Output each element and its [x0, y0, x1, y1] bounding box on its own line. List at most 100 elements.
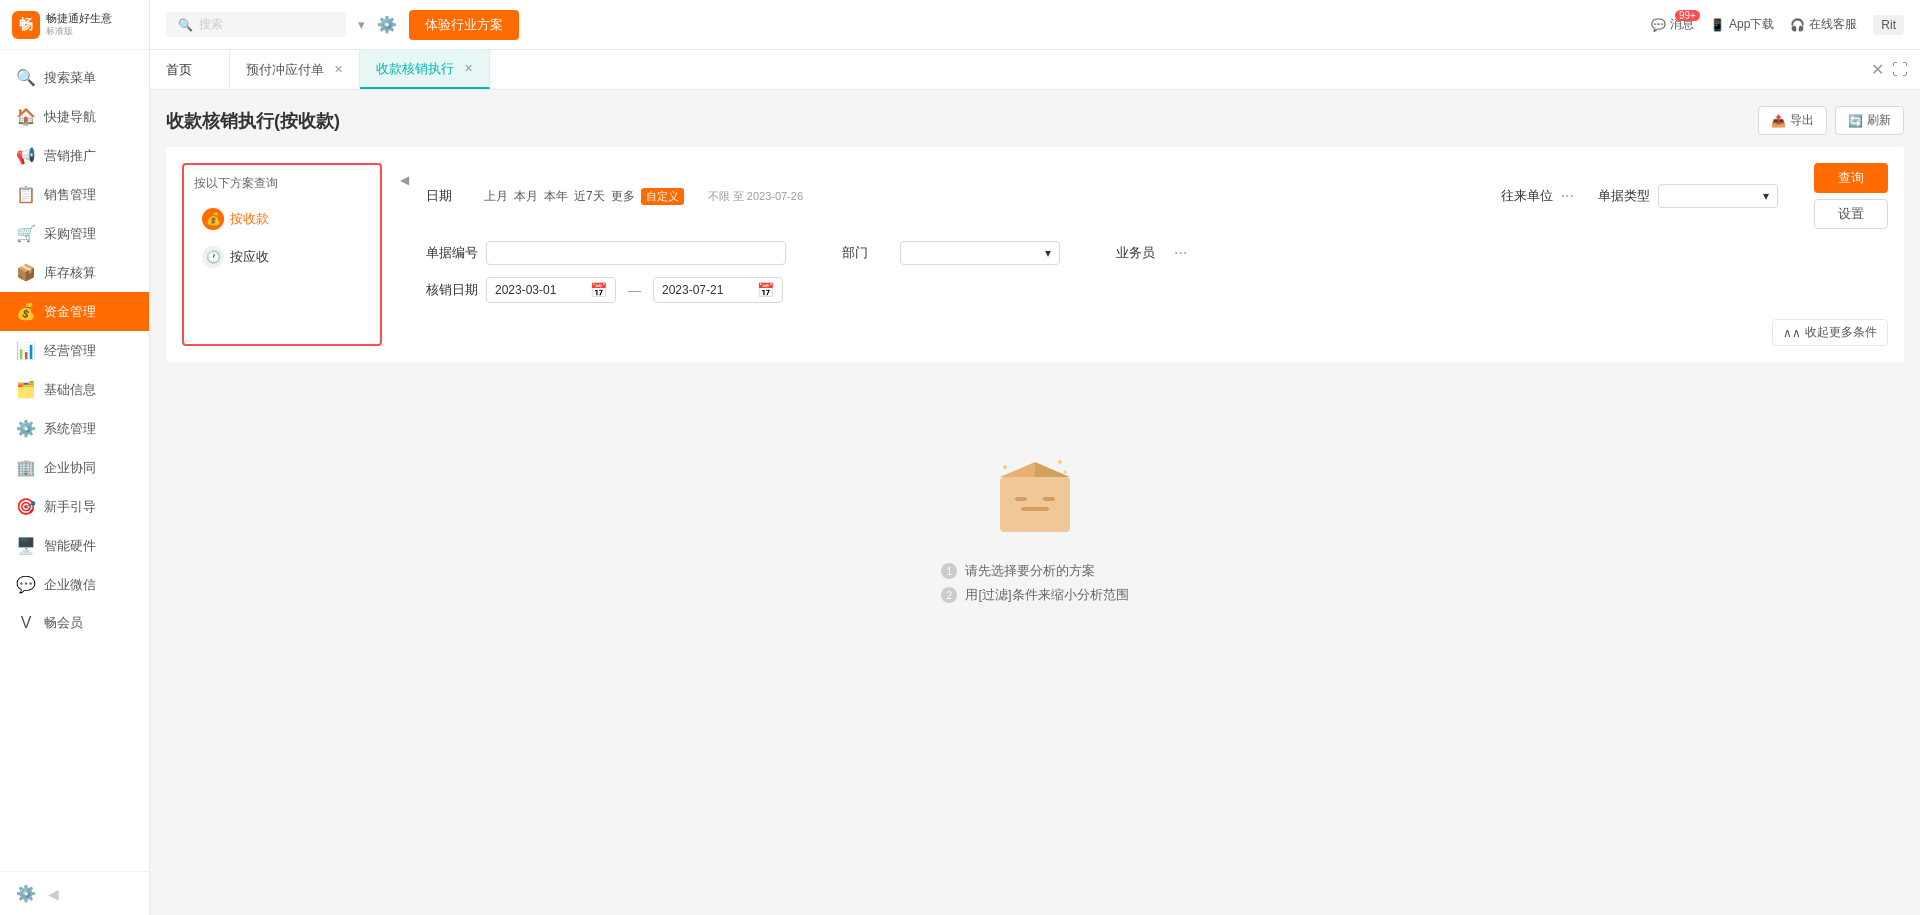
employee-label: 业务员 — [1116, 244, 1166, 262]
filter-date-item: 日期 上月 本月 本年 近7天 更多 自定义 — [426, 187, 684, 205]
topbar-dropdown-arrow[interactable]: ▾ — [358, 17, 365, 32]
message-icon: 💬 — [1651, 18, 1666, 32]
sidebar-item-member[interactable]: V 畅会员 — [0, 604, 149, 642]
sidebar-item-wechat[interactable]: 💬企业微信 — [0, 565, 149, 604]
sidebar-item-quick-nav[interactable]: 🏠快捷导航 — [0, 97, 149, 136]
counterpart-dots[interactable]: ··· — [1561, 187, 1574, 205]
empty-text: 1 请先选择要分析的方案 2 用[过滤]条件来缩小分析范围 — [941, 562, 1128, 610]
counterpart-item: 往来单位 ··· — [1501, 187, 1574, 205]
verify-date-end[interactable]: 2023-07-21 📅 — [653, 277, 783, 303]
sidebar-item-inventory[interactable]: 📦库存核算 — [0, 253, 149, 292]
filter-row-2: 单据编号 部门 ▾ 业务员 — [426, 241, 1888, 265]
doc-no-item: 单据编号 — [426, 241, 786, 265]
topbar-search-box[interactable]: 🔍 搜索 — [166, 12, 346, 37]
message-button[interactable]: 💬 消息 99+ — [1651, 16, 1694, 33]
calendar-start-icon[interactable]: 📅 — [590, 282, 607, 298]
date-quick-options: 上月 本月 本年 近7天 更多 自定义 — [484, 188, 684, 205]
date-this-month[interactable]: 本月 — [514, 188, 538, 205]
page-content: 收款核销执行(按收款) 📤 导出 🔄 刷新 按以下方案查询 — [150, 90, 1920, 915]
sidebar-item-basic-info[interactable]: 🗂️基础信息 — [0, 370, 149, 409]
employee-dots[interactable]: ··· — [1174, 244, 1187, 262]
doc-type-select[interactable]: ▾ — [1658, 184, 1778, 208]
date-7days[interactable]: 近7天 — [574, 188, 605, 205]
employee-item: 业务员 ··· — [1116, 244, 1187, 262]
department-item: 部门 ▾ — [842, 241, 1060, 265]
panel-collapse-button[interactable]: ◀ — [394, 173, 414, 187]
page-title: 收款核销执行(按收款) — [166, 109, 340, 133]
empty-num-1: 1 — [941, 563, 957, 579]
quick-nav-label: 快捷导航 — [44, 108, 96, 126]
prepay-tab-close[interactable]: ✕ — [334, 63, 343, 76]
export-button[interactable]: 📤 导出 — [1758, 106, 1827, 135]
svg-point-6 — [1058, 460, 1062, 464]
sidebar-item-finance[interactable]: 💰资金管理 — [0, 292, 149, 331]
sidebar-item-hardware[interactable]: 🖥️智能硬件 — [0, 526, 149, 565]
doc-no-input[interactable] — [486, 241, 786, 265]
sidebar-footer: ⚙️ ◀ — [0, 871, 149, 915]
settings-button[interactable]: 设置 — [1814, 199, 1888, 229]
svg-rect-5 — [1021, 507, 1049, 511]
sales-icon: 📋 — [16, 185, 36, 204]
filter-by-receipt[interactable]: 💰 按收款 — [194, 202, 370, 236]
message-badge: 99+ — [1675, 10, 1700, 21]
collapse-sidebar-icon[interactable]: ◀ — [48, 886, 59, 902]
date-last-month[interactable]: 上月 — [484, 188, 508, 205]
system-label: 系统管理 — [44, 420, 96, 438]
sales-label: 销售管理 — [44, 186, 96, 204]
topbar: 🔍 搜索 ▾ ⚙️ 体验行业方案 💬 消息 99+ 📱 App下载 🎧 在线客服… — [150, 0, 1920, 50]
marketing-label: 营销推广 — [44, 147, 96, 165]
sidebar-item-marketing[interactable]: 📢 营销推广 — [0, 136, 149, 175]
member-label: 畅会员 — [44, 614, 83, 632]
tab-actions: ✕ ⛶ — [1859, 50, 1920, 89]
date-more[interactable]: 更多 — [611, 188, 635, 205]
refresh-button[interactable]: 🔄 刷新 — [1835, 106, 1904, 135]
date-this-year[interactable]: 本年 — [544, 188, 568, 205]
collapse-more-label: 收起更多条件 — [1805, 324, 1877, 341]
filter-by-receivable[interactable]: 🕐 按应收 — [194, 240, 370, 274]
sidebar-item-enterprise[interactable]: 🏢企业协同 — [0, 448, 149, 487]
logo-badge: 标准版 — [46, 25, 112, 38]
logo-icon: 畅 — [12, 11, 40, 39]
marketing-icon: 📢 — [16, 146, 36, 165]
svg-point-8 — [1003, 465, 1007, 469]
sidebar-item-purchase[interactable]: 🛒采购管理 — [0, 214, 149, 253]
sidebar-item-search-menu[interactable]: 🔍搜索菜单 — [0, 58, 149, 97]
online-service-button[interactable]: 🎧 在线客服 — [1790, 16, 1857, 33]
solution-button[interactable]: 体验行业方案 — [409, 10, 519, 40]
department-select[interactable]: ▾ — [900, 241, 1060, 265]
verify-date-start[interactable]: 2023-03-01 📅 — [486, 277, 616, 303]
date-unlimited-text: 不限 至 2023-07-26 — [708, 190, 803, 202]
maximize-tab-icon[interactable]: ⛶ — [1892, 61, 1908, 79]
query-button[interactable]: 查询 — [1814, 163, 1888, 193]
sidebar-item-sales[interactable]: 📋 销售管理 — [0, 175, 149, 214]
collapse-more-button[interactable]: ∧∧ 收起更多条件 — [1772, 319, 1888, 346]
settings-footer-icon[interactable]: ⚙️ — [16, 884, 36, 903]
tab-home[interactable]: 首页 — [150, 50, 230, 89]
svg-point-7 — [1064, 471, 1067, 474]
close-tab-icon[interactable]: ✕ — [1871, 60, 1884, 79]
svg-rect-4 — [1043, 497, 1055, 501]
sidebar-item-system[interactable]: ⚙️ 系统管理 — [0, 409, 149, 448]
svg-marker-1 — [1000, 462, 1035, 477]
guide-icon: 🎯 — [16, 497, 36, 516]
topbar-gear-icon[interactable]: ⚙️ — [377, 15, 397, 34]
tab-collection[interactable]: 收款核销执行 ✕ — [360, 50, 490, 89]
sidebar-item-operations[interactable]: 📊经营管理 — [0, 331, 149, 370]
collection-tab-close[interactable]: ✕ — [464, 62, 473, 75]
user-area[interactable]: Rit — [1873, 15, 1904, 35]
date-custom-badge[interactable]: 自定义 — [641, 188, 684, 205]
app-download-button[interactable]: 📱 App下载 — [1710, 16, 1774, 33]
tabbar: 首页 预付冲应付单 ✕ 收款核销执行 ✕ ✕ ⛶ — [150, 50, 1920, 90]
tab-prepay[interactable]: 预付冲应付单 ✕ — [230, 50, 360, 89]
hardware-icon: 🖥️ — [16, 536, 36, 555]
svg-marker-2 — [1035, 462, 1070, 477]
verify-date-start-text: 2023-03-01 — [495, 283, 556, 297]
system-icon: ⚙️ — [16, 419, 36, 438]
calendar-end-icon[interactable]: 📅 — [757, 282, 774, 298]
collapse-more-icon: ∧∧ — [1783, 326, 1801, 340]
operations-label: 经营管理 — [44, 342, 96, 360]
svg-rect-0 — [1000, 477, 1070, 532]
collection-tab-label: 收款核销执行 — [376, 60, 454, 78]
member-icon: V — [16, 614, 36, 632]
sidebar-item-guide[interactable]: 🎯新手引导 — [0, 487, 149, 526]
